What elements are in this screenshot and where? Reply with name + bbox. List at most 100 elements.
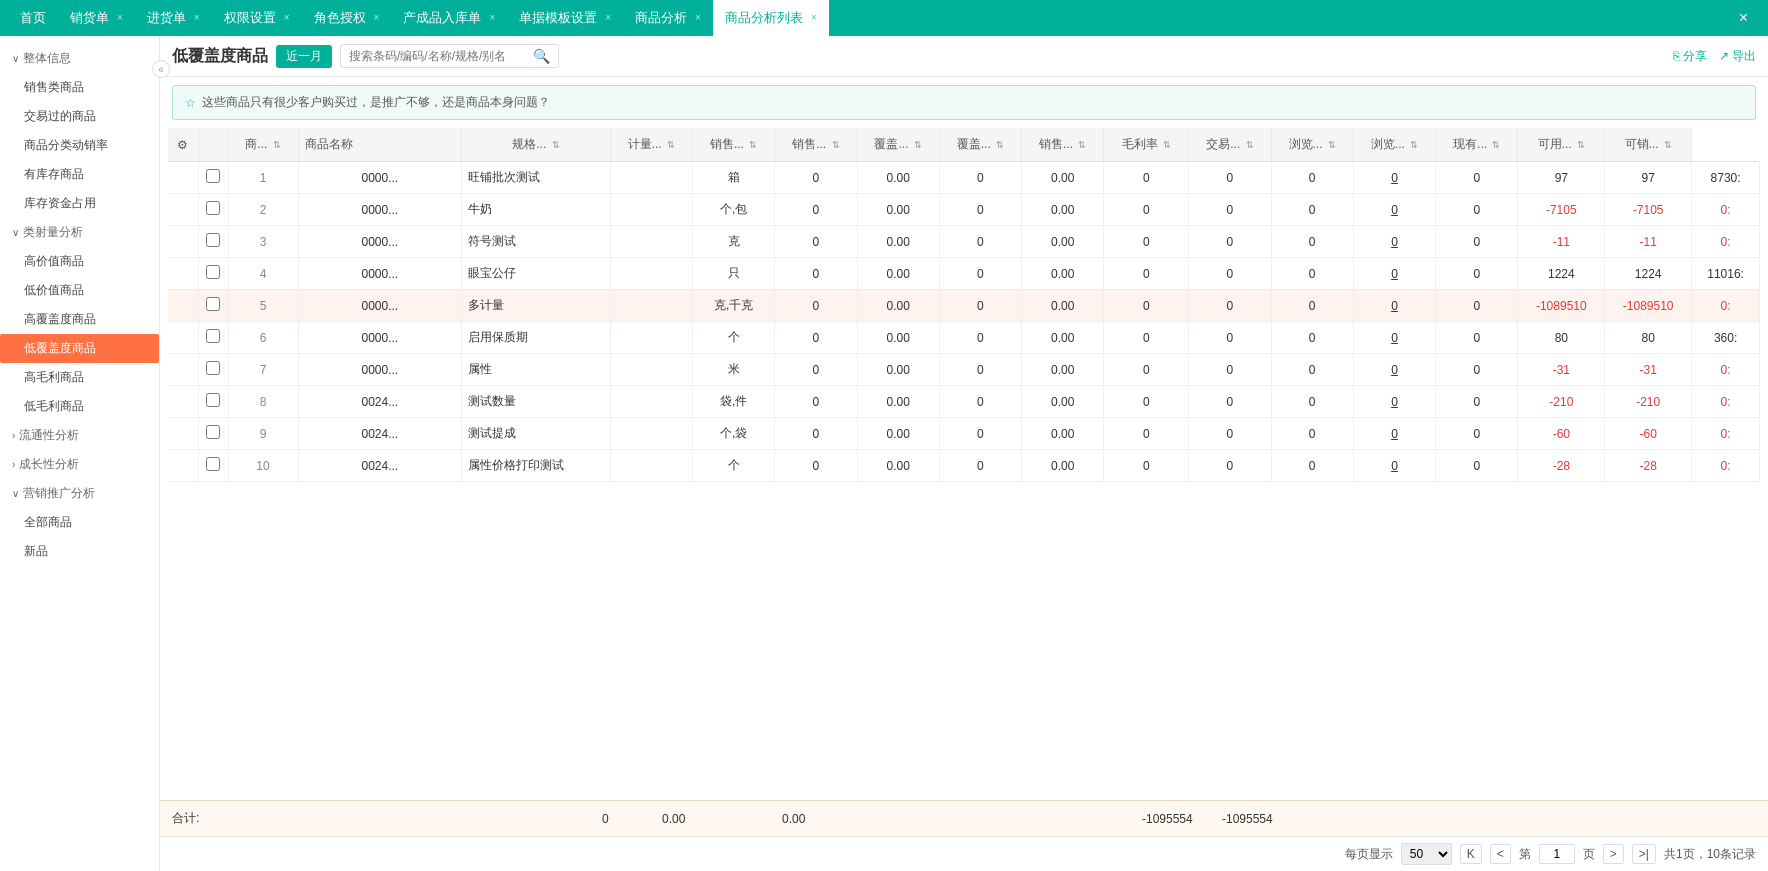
close-icon[interactable]: × [811,0,817,36]
cover1-column-header[interactable]: 覆盖... ⇅ [857,128,939,162]
nav-purchase-order[interactable]: 进货单 × [135,0,212,36]
row-checkbox-cell[interactable] [198,226,228,258]
avail-stock-column-header[interactable]: 可用... ⇅ [1518,128,1605,162]
share-button[interactable]: ⎘ 分享 [1673,48,1707,65]
row-checkbox-cell[interactable] [198,194,228,226]
browse1-column-header[interactable]: 浏览... ⇅ [1271,128,1353,162]
sidebar-item-high-margin[interactable]: 高毛利商品 [0,363,159,392]
close-icon[interactable]: × [374,0,380,36]
export-button[interactable]: ↗ 导出 [1719,48,1756,65]
next-page-button[interactable]: > [1603,844,1624,864]
nav-role-auth[interactable]: 角色授权 × [302,0,392,36]
row-browse1[interactable]: 0 [1353,258,1435,290]
row-settings[interactable] [168,194,198,226]
row-browse1[interactable]: 0 [1353,194,1435,226]
row-settings[interactable] [168,418,198,450]
gross-rate-column-header[interactable]: 毛利率 ⇅ [1104,128,1189,162]
sidebar-item-category-turnover[interactable]: 商品分类动销率 [0,131,159,160]
nav-home[interactable]: 首页 [8,0,58,36]
page-input[interactable] [1539,844,1575,864]
sales-x-column-header[interactable]: 销售... ⇅ [1022,128,1104,162]
row-checkbox-cell[interactable] [198,418,228,450]
sidebar-item-all-products[interactable]: 全部商品 [0,508,159,537]
nav-product-analysis[interactable]: 商品分析 × [623,0,713,36]
row-browse1[interactable]: 0 [1353,290,1435,322]
row-sales-amt: 0.00 [857,418,939,450]
sidebar-item-high-value[interactable]: 高价值商品 [0,247,159,276]
row-settings[interactable] [168,226,198,258]
sidebar-item-sales-products[interactable]: 销售类商品 [0,73,159,102]
sidebar-section-overall[interactable]: ∨ 整体信息 [0,44,159,73]
per-page-select[interactable]: 50 10 20 100 [1401,843,1452,865]
sidebar-item-high-coverage[interactable]: 高覆盖度商品 [0,305,159,334]
close-icon[interactable]: × [605,0,611,36]
row-browse1[interactable]: 0 [1353,418,1435,450]
close-icon[interactable]: × [695,0,701,36]
current-stock-column-header[interactable]: 现有... ⇅ [1436,128,1518,162]
sidebar-item-low-coverage[interactable]: 低覆盖度商品 [0,334,159,363]
time-filter-button[interactable]: 近一月 [276,45,332,68]
unit-column-header[interactable]: 计量... ⇅ [610,128,692,162]
row-browse1[interactable]: 0 [1353,386,1435,418]
row-spec [610,450,692,482]
sidebar-item-low-margin[interactable]: 低毛利商品 [0,392,159,421]
name-column-header[interactable]: 商品名称 [298,128,462,162]
sidebar-item-in-stock-products[interactable]: 有库存商品 [0,160,159,189]
cover2-column-header[interactable]: 覆盖... ⇅ [939,128,1021,162]
row-checkbox-cell[interactable] [198,162,228,194]
row-settings[interactable] [168,450,198,482]
settings-column-header[interactable]: ⚙ [168,128,198,162]
sidebar-collapse-button[interactable]: « [152,60,170,78]
nav-template-settings[interactable]: 单据模板设置 × [507,0,623,36]
row-settings[interactable] [168,162,198,194]
row-settings[interactable] [168,258,198,290]
row-checkbox-cell[interactable] [198,258,228,290]
code-column-header[interactable]: 商... ⇅ [228,128,298,162]
row-settings[interactable] [168,354,198,386]
search-input[interactable] [349,49,529,63]
nav-product-analysis-list[interactable]: 商品分析列表 × [713,0,829,36]
window-close-button[interactable]: × [1727,9,1760,27]
row-checkbox-cell[interactable] [198,322,228,354]
row-browse1[interactable]: 0 [1353,162,1435,194]
row-settings[interactable] [168,322,198,354]
close-icon[interactable]: × [489,0,495,36]
row-checkbox-cell[interactable] [198,290,228,322]
close-icon[interactable]: × [117,0,123,36]
sellable-column-header[interactable]: 可销... ⇅ [1605,128,1692,162]
row-avail-stock: 97 [1605,162,1692,194]
row-sellable: 0: [1692,450,1760,482]
close-icon[interactable]: × [194,0,200,36]
sidebar-item-traded-products[interactable]: 交易过的商品 [0,102,159,131]
row-checkbox-cell[interactable] [198,386,228,418]
sales-qty-column-header[interactable]: 销售... ⇅ [692,128,774,162]
sidebar-item-new-products[interactable]: 新品 [0,537,159,566]
prev-page-button[interactable]: < [1490,844,1511,864]
row-browse1[interactable]: 0 [1353,450,1435,482]
sidebar-section-marketing[interactable]: ∨ 营销推广分析 [0,479,159,508]
last-page-button[interactable]: >| [1632,844,1656,864]
nav-product-entry[interactable]: 产成品入库单 × [391,0,507,36]
close-icon[interactable]: × [284,0,290,36]
spec-column-header[interactable]: 规格... ⇅ [462,128,611,162]
search-icon[interactable]: 🔍 [533,48,550,64]
sidebar-item-low-value[interactable]: 低价值商品 [0,276,159,305]
nav-permission-settings[interactable]: 权限设置 × [212,0,302,36]
sidebar-section-growth[interactable]: › 成长性分析 [0,450,159,479]
row-settings[interactable] [168,290,198,322]
first-page-button[interactable]: K [1460,844,1482,864]
row-checkbox-cell[interactable] [198,354,228,386]
row-settings[interactable] [168,386,198,418]
row-browse1[interactable]: 0 [1353,226,1435,258]
sales-amt-column-header[interactable]: 销售... ⇅ [775,128,857,162]
sidebar-section-liquidity[interactable]: › 流通性分析 [0,421,159,450]
row-browse1[interactable]: 0 [1353,322,1435,354]
sidebar-item-capital-usage[interactable]: 库存资金占用 [0,189,159,218]
sidebar-section-coverage[interactable]: ∨ 类射量分析 [0,218,159,247]
row-browse1[interactable]: 0 [1353,354,1435,386]
row-code: 0000... [298,194,462,226]
browse2-column-header[interactable]: 浏览... ⇅ [1353,128,1435,162]
row-checkbox-cell[interactable] [198,450,228,482]
nav-sales-order[interactable]: 销货单 × [58,0,135,36]
trans-column-header[interactable]: 交易... ⇅ [1189,128,1271,162]
